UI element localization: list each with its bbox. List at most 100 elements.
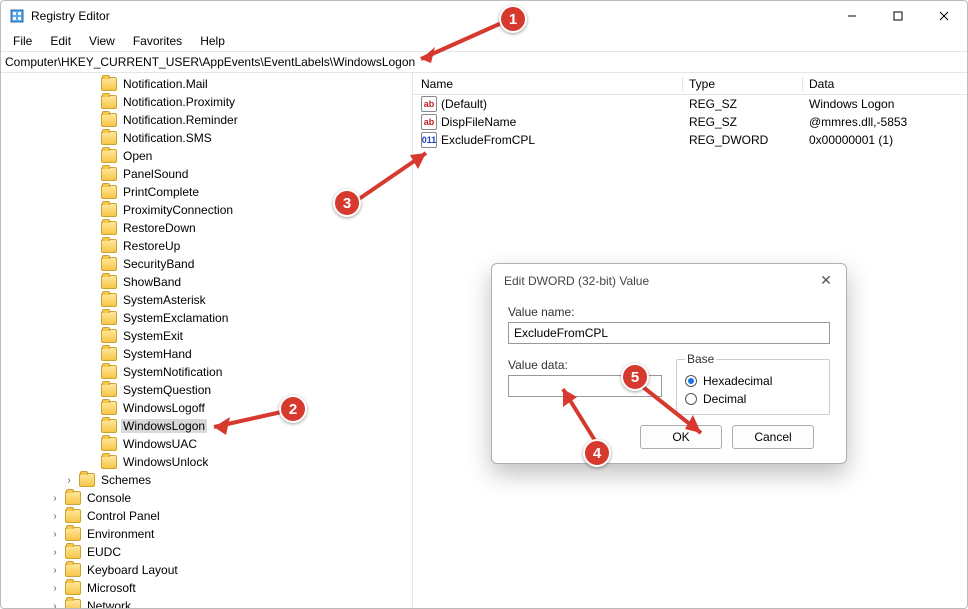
expander-icon[interactable] bbox=[85, 366, 97, 378]
menu-help[interactable]: Help bbox=[192, 33, 233, 49]
list-row[interactable]: 011ExcludeFromCPLREG_DWORD0x00000001 (1) bbox=[413, 131, 967, 149]
ok-button[interactable]: OK bbox=[640, 425, 722, 449]
expander-icon[interactable] bbox=[85, 312, 97, 324]
value-type: REG_SZ bbox=[683, 97, 803, 111]
tree-item-eudc[interactable]: › EUDC bbox=[1, 543, 412, 561]
expander-icon[interactable] bbox=[85, 456, 97, 468]
tree-item-systemasterisk[interactable]: SystemAsterisk bbox=[1, 291, 412, 309]
expander-icon[interactable]: › bbox=[49, 564, 61, 576]
list-row[interactable]: abDispFileNameREG_SZ@mmres.dll,-5853 bbox=[413, 113, 967, 131]
list-row[interactable]: ab(Default)REG_SZWindows Logon bbox=[413, 95, 967, 113]
tree-pane[interactable]: Notification.MailNotification.ProximityN… bbox=[1, 73, 413, 608]
list-body: ab(Default)REG_SZWindows LogonabDispFile… bbox=[413, 95, 967, 149]
expander-icon[interactable]: › bbox=[49, 582, 61, 594]
menu-edit[interactable]: Edit bbox=[42, 33, 79, 49]
window-controls bbox=[829, 1, 967, 31]
expander-icon[interactable] bbox=[85, 150, 97, 162]
tree-label: RestoreDown bbox=[121, 221, 198, 235]
tree-item-systemexclamation[interactable]: SystemExclamation bbox=[1, 309, 412, 327]
tree-item-environment[interactable]: ›Environment bbox=[1, 525, 412, 543]
tree-label: EUDC bbox=[85, 545, 123, 559]
tree-item-notification.sms[interactable]: Notification.SMS bbox=[1, 129, 412, 147]
tree-item-notification.mail[interactable]: Notification.Mail bbox=[1, 75, 412, 93]
menu-favorites[interactable]: Favorites bbox=[125, 33, 190, 49]
menu-view[interactable]: View bbox=[81, 33, 123, 49]
folder-icon bbox=[79, 473, 95, 487]
tree-item-printcomplete[interactable]: PrintComplete bbox=[1, 183, 412, 201]
maximize-button[interactable] bbox=[875, 1, 921, 31]
tree-item-schemes[interactable]: ›Schemes bbox=[1, 471, 412, 489]
col-header-type[interactable]: Type bbox=[683, 77, 803, 91]
dword-value-icon: 011 bbox=[421, 132, 437, 148]
tree-item-restoredown[interactable]: RestoreDown bbox=[1, 219, 412, 237]
expander-icon[interactable] bbox=[85, 276, 97, 288]
cancel-button[interactable]: Cancel bbox=[732, 425, 814, 449]
expander-icon[interactable] bbox=[85, 132, 97, 144]
value-name-input[interactable] bbox=[508, 322, 830, 344]
tree-item-network[interactable]: ›Network bbox=[1, 597, 412, 608]
minimize-button[interactable] bbox=[829, 1, 875, 31]
expander-icon[interactable] bbox=[85, 114, 97, 126]
folder-icon bbox=[101, 239, 117, 253]
tree-item-panelsound[interactable]: PanelSound bbox=[1, 165, 412, 183]
expander-icon[interactable] bbox=[85, 240, 97, 252]
tree-label: Microsoft bbox=[85, 581, 138, 595]
tree-item-systemquestion[interactable]: SystemQuestion bbox=[1, 381, 412, 399]
expander-icon[interactable] bbox=[85, 258, 97, 270]
folder-icon bbox=[101, 329, 117, 343]
expander-icon[interactable] bbox=[85, 348, 97, 360]
address-input[interactable] bbox=[5, 55, 963, 69]
tree-item-systemnotification[interactable]: SystemNotification bbox=[1, 363, 412, 381]
expander-icon[interactable] bbox=[85, 420, 97, 432]
radio-hexadecimal[interactable]: Hexadecimal bbox=[685, 374, 821, 388]
expander-icon[interactable] bbox=[85, 330, 97, 342]
expander-icon[interactable]: › bbox=[49, 510, 61, 522]
expander-icon[interactable]: › bbox=[49, 528, 61, 540]
expander-icon[interactable] bbox=[85, 222, 97, 234]
value-name: DispFileName bbox=[441, 115, 516, 129]
tree-item-securityband[interactable]: SecurityBand bbox=[1, 255, 412, 273]
tree-item-console[interactable]: ›Console bbox=[1, 489, 412, 507]
tree-item-systemexit[interactable]: SystemExit bbox=[1, 327, 412, 345]
expander-icon[interactable] bbox=[85, 384, 97, 396]
expander-icon[interactable] bbox=[85, 186, 97, 198]
tree-item-showband[interactable]: ShowBand bbox=[1, 273, 412, 291]
col-header-name[interactable]: Name bbox=[413, 77, 683, 91]
tree-item-open[interactable]: Open bbox=[1, 147, 412, 165]
expander-icon[interactable]: › bbox=[49, 546, 61, 558]
tree-item-microsoft[interactable]: › Microsoft bbox=[1, 579, 412, 597]
expander-icon[interactable] bbox=[85, 204, 97, 216]
expander-icon[interactable] bbox=[85, 168, 97, 180]
expander-icon[interactable] bbox=[85, 294, 97, 306]
folder-icon bbox=[101, 365, 117, 379]
dialog-titlebar[interactable]: Edit DWORD (32-bit) Value ✕ bbox=[492, 264, 846, 293]
tree-item-notification.proximity[interactable]: Notification.Proximity bbox=[1, 93, 412, 111]
tree-item-windowsunlock[interactable]: WindowsUnlock bbox=[1, 453, 412, 471]
folder-icon bbox=[101, 221, 117, 235]
close-button[interactable] bbox=[921, 1, 967, 31]
tree-item-windowsuac[interactable]: WindowsUAC bbox=[1, 435, 412, 453]
expander-icon[interactable] bbox=[85, 78, 97, 90]
tree-item-windowslogoff[interactable]: WindowsLogoff bbox=[1, 399, 412, 417]
tree-item-notification.reminder[interactable]: Notification.Reminder bbox=[1, 111, 412, 129]
col-header-data[interactable]: Data bbox=[803, 77, 967, 91]
dialog-close-button[interactable]: ✕ bbox=[816, 272, 836, 289]
expander-icon[interactable] bbox=[85, 438, 97, 450]
expander-icon[interactable] bbox=[85, 96, 97, 108]
menu-file[interactable]: File bbox=[5, 33, 40, 49]
tree-item-windowslogon[interactable]: WindowsLogon bbox=[1, 417, 412, 435]
folder-icon bbox=[101, 455, 117, 469]
expander-icon[interactable]: › bbox=[63, 474, 75, 486]
tree-item-keyboard-layout[interactable]: ›Keyboard Layout bbox=[1, 561, 412, 579]
tree-item-systemhand[interactable]: SystemHand bbox=[1, 345, 412, 363]
tree-item-proximityconnection[interactable]: ProximityConnection bbox=[1, 201, 412, 219]
expander-icon[interactable] bbox=[85, 402, 97, 414]
value-data-input[interactable] bbox=[508, 375, 662, 397]
expander-icon[interactable]: › bbox=[49, 600, 61, 608]
radio-decimal[interactable]: Decimal bbox=[685, 392, 821, 406]
tree-item-control-panel[interactable]: ›Control Panel bbox=[1, 507, 412, 525]
dialog-title: Edit DWORD (32-bit) Value bbox=[504, 274, 816, 288]
tree-item-restoreup[interactable]: RestoreUp bbox=[1, 237, 412, 255]
expander-icon[interactable]: › bbox=[49, 492, 61, 504]
titlebar: Registry Editor bbox=[1, 1, 967, 31]
